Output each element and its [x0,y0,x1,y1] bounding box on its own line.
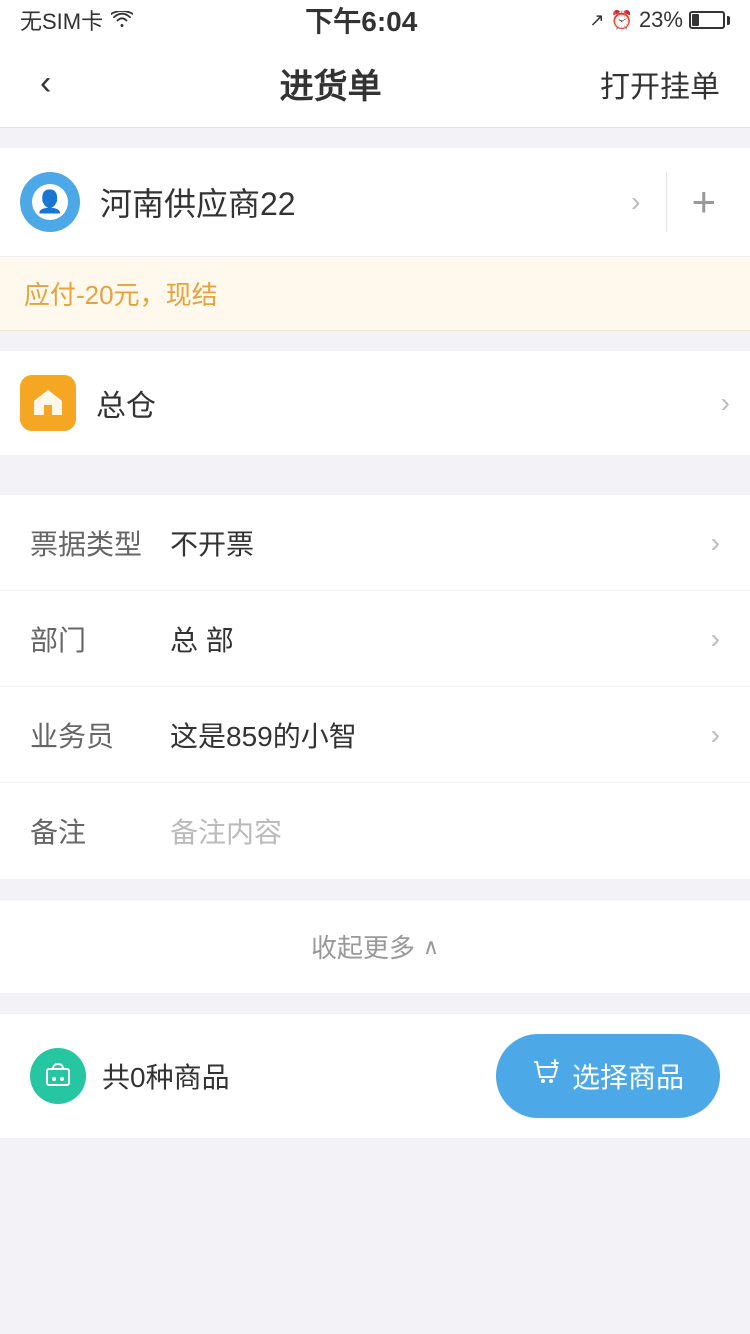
warehouse-label: 总仓 [96,381,721,425]
bottom-bar: 共0种商品 选择商品 [0,1013,750,1138]
battery-percent: 23% [639,7,683,33]
warehouse-icon [20,375,76,431]
collapse-icon: ∧ [423,934,439,960]
section-gap-1 [0,128,750,148]
salesperson-chevron-icon: › [711,719,720,751]
warehouse-section[interactable]: 总仓 › [0,351,750,455]
salesperson-label: 业务员 [30,715,170,755]
cart-icon [532,1059,560,1094]
status-time: 下午6:04 [305,0,417,40]
select-product-label: 选择商品 [572,1056,684,1096]
salesperson-row[interactable]: 业务员 这是859的小智 › [0,687,750,783]
status-right: ↗ ⏰ 23% [589,7,730,33]
invoice-type-label: 票据类型 [30,523,170,563]
supplier-avatar: 👤 [20,172,80,232]
main-content: 👤 河南供应商22 › + 应付-20元，现结 总仓 › 票据类型 [0,128,750,1334]
back-button[interactable]: ‹ [30,54,61,113]
carrier-label: 无SIM卡 [20,4,103,36]
add-supplier-button[interactable]: + [677,168,730,236]
invoice-type-value: 不开票 [170,523,711,563]
department-row[interactable]: 部门 总 部 › [0,591,750,687]
open-pending-button[interactable]: 打开挂单 [600,62,720,106]
collapse-label: 收起更多 [311,928,415,965]
status-left: 无SIM卡 [20,4,133,36]
invoice-type-chevron-icon: › [711,527,720,559]
supplier-chevron-icon: › [631,186,640,218]
salesperson-value: 这是859的小智 [170,715,711,755]
product-icon [30,1048,86,1104]
page-title: 进货单 [280,59,382,108]
notice-text: 应付-20元，现结 [24,280,218,310]
department-label: 部门 [30,619,170,659]
supplier-row[interactable]: 👤 河南供应商22 › [20,148,656,256]
select-product-button[interactable]: 选择商品 [496,1034,720,1118]
warehouse-chevron-icon: › [721,387,730,419]
avatar-inner: 👤 [32,184,68,220]
person-icon: 👤 [36,189,63,215]
remark-placeholder: 备注内容 [170,811,720,851]
section-gap-3 [0,455,750,475]
battery-indicator [689,11,730,29]
wifi-icon [111,7,133,33]
vertical-divider [666,172,667,232]
nav-bar: ‹ 进货单 打开挂单 [0,40,750,128]
department-value: 总 部 [170,619,711,659]
invoice-type-row[interactable]: 票据类型 不开票 › [0,495,750,591]
supplier-name: 河南供应商22 [100,179,631,225]
remark-row[interactable]: 备注 备注内容 [0,783,750,879]
status-bar: 无SIM卡 下午6:04 ↗ ⏰ 23% [0,0,750,40]
collapse-button[interactable]: 收起更多 ∧ [0,899,750,993]
product-count-wrap: 共0种商品 [30,1048,230,1104]
notice-bar: 应付-20元，现结 [0,257,750,331]
supplier-section: 👤 河南供应商22 › + [0,148,750,257]
alarm-icon: ⏰ [611,10,633,31]
section-gap-2 [0,331,750,351]
department-chevron-icon: › [711,623,720,655]
product-count-text: 共0种商品 [102,1056,230,1096]
remark-label: 备注 [30,811,170,851]
location-icon: ↗ [589,10,604,31]
form-section: 票据类型 不开票 › 部门 总 部 › 业务员 这是859的小智 › 备注 备注… [0,495,750,879]
